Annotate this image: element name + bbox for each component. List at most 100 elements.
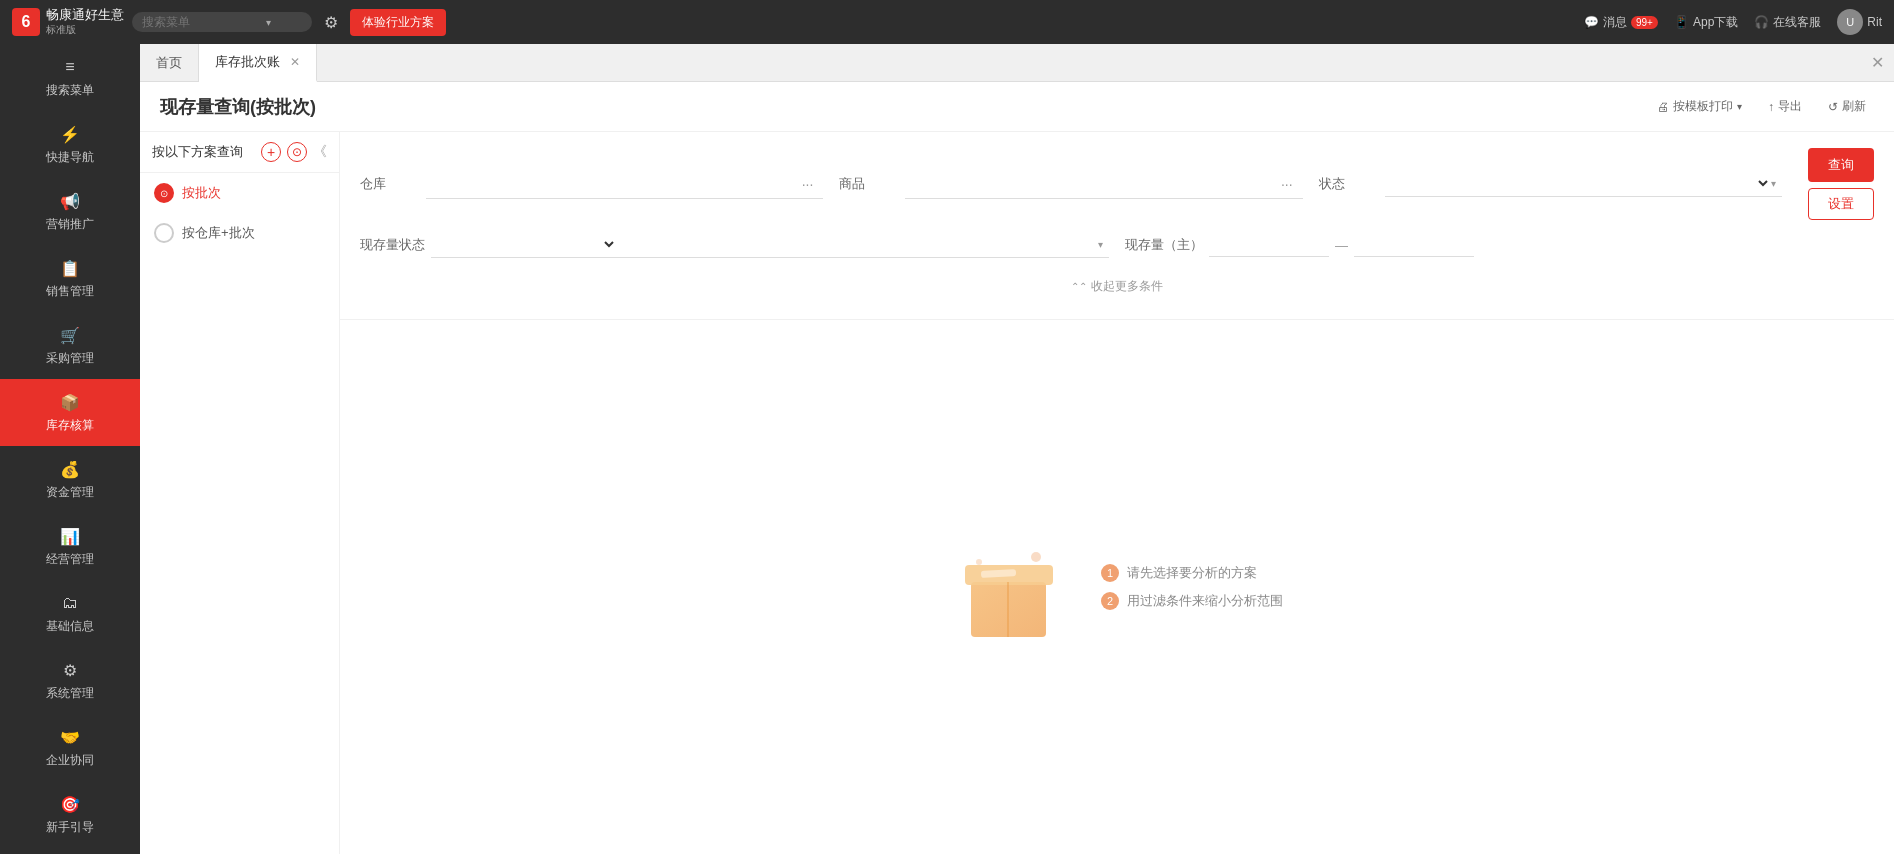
tab-home[interactable]: 首页 <box>140 44 199 82</box>
inventory-amount-separator: — <box>1335 238 1348 253</box>
logo-text-block: 畅康通好生意 标准版 <box>46 7 124 37</box>
filter-item-batch-label: 按批次 <box>182 184 221 202</box>
export-button[interactable]: ↑ 导出 <box>1760 94 1810 119</box>
search-menu-input[interactable] <box>142 15 262 29</box>
status-field: 状态 正常 禁用 ▾ <box>1319 171 1782 197</box>
inventory-amount-field: 现存量（主） — <box>1125 233 1874 257</box>
content-area: 首页 库存批次账 ✕ ✕ 现存量查询(按批次) 🖨 按模板打印 ▾ <box>140 44 1894 854</box>
warehouse-input[interactable] <box>432 176 798 191</box>
main-layout: ≡ 搜索菜单 ⚡ 快捷导航 📢 营销推广 📋 销售管理 🛒 采购管理 📦 库存核… <box>0 44 1894 854</box>
tab-inventory-batch-close[interactable]: ✕ <box>290 55 300 69</box>
messages-item[interactable]: 💬 消息 99+ <box>1584 14 1658 31</box>
refresh-icon: ↺ <box>1828 100 1838 114</box>
empty-hint-2: 2 用过滤条件来缩小分析范围 <box>1101 592 1283 610</box>
query-button[interactable]: 查询 <box>1808 148 1874 182</box>
goods-input[interactable] <box>911 176 1277 191</box>
goods-input-wrap: ··· <box>905 170 1302 199</box>
sidebar-item-newguide[interactable]: 🎯 新手引导 <box>0 781 140 848</box>
filter-row-2: 现存量状态 有库存 无库存 ▾ <box>360 232 1874 258</box>
goods-more-button[interactable]: ··· <box>1277 174 1297 194</box>
status-select[interactable]: 正常 禁用 <box>1391 175 1771 192</box>
sidebar-label-operations: 经营管理 <box>46 551 94 568</box>
print-dropdown-icon[interactable]: ▾ <box>1737 101 1742 112</box>
filter-item-warehouse-batch[interactable]: 按仓库+批次 <box>140 213 339 253</box>
filter-item-warehouse-batch-label: 按仓库+批次 <box>182 224 255 242</box>
form-settings-button[interactable]: 设置 <box>1808 188 1874 220</box>
sidebar-item-basic[interactable]: 🗂 基础信息 <box>0 580 140 647</box>
export-icon: ↑ <box>1768 100 1774 114</box>
logo-area: 6 畅康通好生意 标准版 <box>12 7 124 37</box>
inventory-status-select-wrap: 有库存 无库存 ▾ <box>431 232 1109 258</box>
sidebar-label-sales: 销售管理 <box>46 283 94 300</box>
search-bar-area[interactable]: ▾ <box>132 12 312 32</box>
sidebar-item-system[interactable]: ⚙ 系统管理 <box>0 647 140 714</box>
sidebar-item-marketing[interactable]: 📢 营销推广 <box>0 178 140 245</box>
enterprise-icon: 🤝 <box>59 726 81 748</box>
user-avatar: U <box>1837 9 1863 35</box>
refresh-button[interactable]: ↺ 刷新 <box>1820 94 1874 119</box>
sidebar-item-search[interactable]: ≡ 搜索菜单 <box>0 44 140 111</box>
page-header-actions: 🖨 按模板打印 ▾ ↑ 导出 ↺ 刷新 <box>1649 94 1874 119</box>
sidebar-label-marketing: 营销推广 <box>46 216 94 233</box>
sidebar-item-purchase[interactable]: 🛒 采购管理 <box>0 312 140 379</box>
svg-point-6 <box>976 559 982 565</box>
inventory-status-select[interactable]: 有库存 无库存 <box>437 236 617 253</box>
filter-collapse-button[interactable]: 《 <box>313 143 327 161</box>
query-area: 仓库 ··· 商品 ··· <box>340 132 1894 854</box>
collapse-more-conditions[interactable]: ⌃⌃ 收起更多条件 <box>360 270 1874 303</box>
empty-box-svg <box>951 527 1071 647</box>
filter-panel: 按以下方案查询 + ⊙ 《 ⊙ 按批次 按仓库+批次 <box>140 132 340 854</box>
page-content: 现存量查询(按批次) 🖨 按模板打印 ▾ ↑ 导出 ↺ 刷新 <box>140 82 1894 854</box>
tab-inventory-batch[interactable]: 库存批次账 ✕ <box>199 44 317 82</box>
messages-label: 消息 <box>1603 14 1627 31</box>
user-profile-item[interactable]: U Rit <box>1837 9 1882 35</box>
sidebar-item-appstore[interactable]: 🔔 应用中心 <box>0 848 140 854</box>
search-dropdown-icon[interactable]: ▾ <box>266 17 271 28</box>
app-download-item[interactable]: 📱 App下载 <box>1674 14 1738 31</box>
filter-add-button[interactable]: + <box>261 142 281 162</box>
sidebar-item-enterprise[interactable]: 🤝 企业协同 <box>0 714 140 781</box>
quick-nav-icon: ⚡ <box>59 123 81 145</box>
status-label: 状态 <box>1319 175 1379 193</box>
print-button[interactable]: 🖨 按模板打印 ▾ <box>1649 94 1750 119</box>
experience-industry-button[interactable]: 体验行业方案 <box>350 9 446 36</box>
filter-item-batch[interactable]: ⊙ 按批次 <box>140 173 339 213</box>
finance-icon: 💰 <box>59 458 81 480</box>
sidebar-item-finance[interactable]: 💰 资金管理 <box>0 446 140 513</box>
inventory-status-dropdown-icon: ▾ <box>1098 239 1103 250</box>
warehouse-label: 仓库 <box>360 175 420 193</box>
tab-bar: 首页 库存批次账 ✕ ✕ <box>140 44 1894 82</box>
sidebar-item-quick[interactable]: ⚡ 快捷导航 <box>0 111 140 178</box>
tab-bar-close-button[interactable]: ✕ <box>1871 53 1884 72</box>
app-version: 标准版 <box>46 23 124 37</box>
warehouse-more-button[interactable]: ··· <box>798 174 818 194</box>
empty-state: 1 请先选择要分析的方案 2 用过滤条件来缩小分析范围 <box>340 320 1894 854</box>
sidebar-label-newguide: 新手引导 <box>46 819 94 836</box>
sidebar-item-operations[interactable]: 📊 经营管理 <box>0 513 140 580</box>
operations-icon: 📊 <box>59 525 81 547</box>
top-bar-right: 💬 消息 99+ 📱 App下载 🎧 在线客服 U Rit <box>1584 9 1882 35</box>
print-icon: 🖨 <box>1657 100 1669 114</box>
sidebar-item-inventory[interactable]: 📦 库存核算 <box>0 379 140 446</box>
filter-settings-button[interactable]: ⊙ <box>287 142 307 162</box>
filter-row-1: 仓库 ··· 商品 ··· <box>360 148 1874 220</box>
filter-panel-header-actions: + ⊙ 《 <box>261 142 327 162</box>
inventory-status-label: 现存量状态 <box>360 236 425 254</box>
settings-gear-button[interactable]: ⚙ <box>320 9 342 36</box>
sidebar-item-sales[interactable]: 📋 销售管理 <box>0 245 140 312</box>
top-bar: 6 畅康通好生意 标准版 ▾ ⚙ 体验行业方案 💬 消息 99+ 📱 App下载… <box>0 0 1894 44</box>
user-name: Rit <box>1867 15 1882 29</box>
newguide-icon: 🎯 <box>59 793 81 815</box>
filter-item-batch-icon: ⊙ <box>154 183 174 203</box>
system-icon: ⚙ <box>59 659 81 681</box>
collapse-label: 收起更多条件 <box>1091 278 1163 295</box>
online-service-item[interactable]: 🎧 在线客服 <box>1754 14 1821 31</box>
page-body: 按以下方案查询 + ⊙ 《 ⊙ 按批次 按仓库+批次 <box>140 132 1894 854</box>
empty-hint-1: 1 请先选择要分析的方案 <box>1101 564 1283 582</box>
inventory-amount-from-input[interactable] <box>1215 237 1323 252</box>
sidebar-label-quick: 快捷导航 <box>46 149 94 166</box>
hint-text-2: 用过滤条件来缩小分析范围 <box>1127 592 1283 610</box>
export-label: 导出 <box>1778 98 1802 115</box>
page-title: 现存量查询(按批次) <box>160 95 316 119</box>
inventory-amount-to-input[interactable] <box>1360 237 1468 252</box>
